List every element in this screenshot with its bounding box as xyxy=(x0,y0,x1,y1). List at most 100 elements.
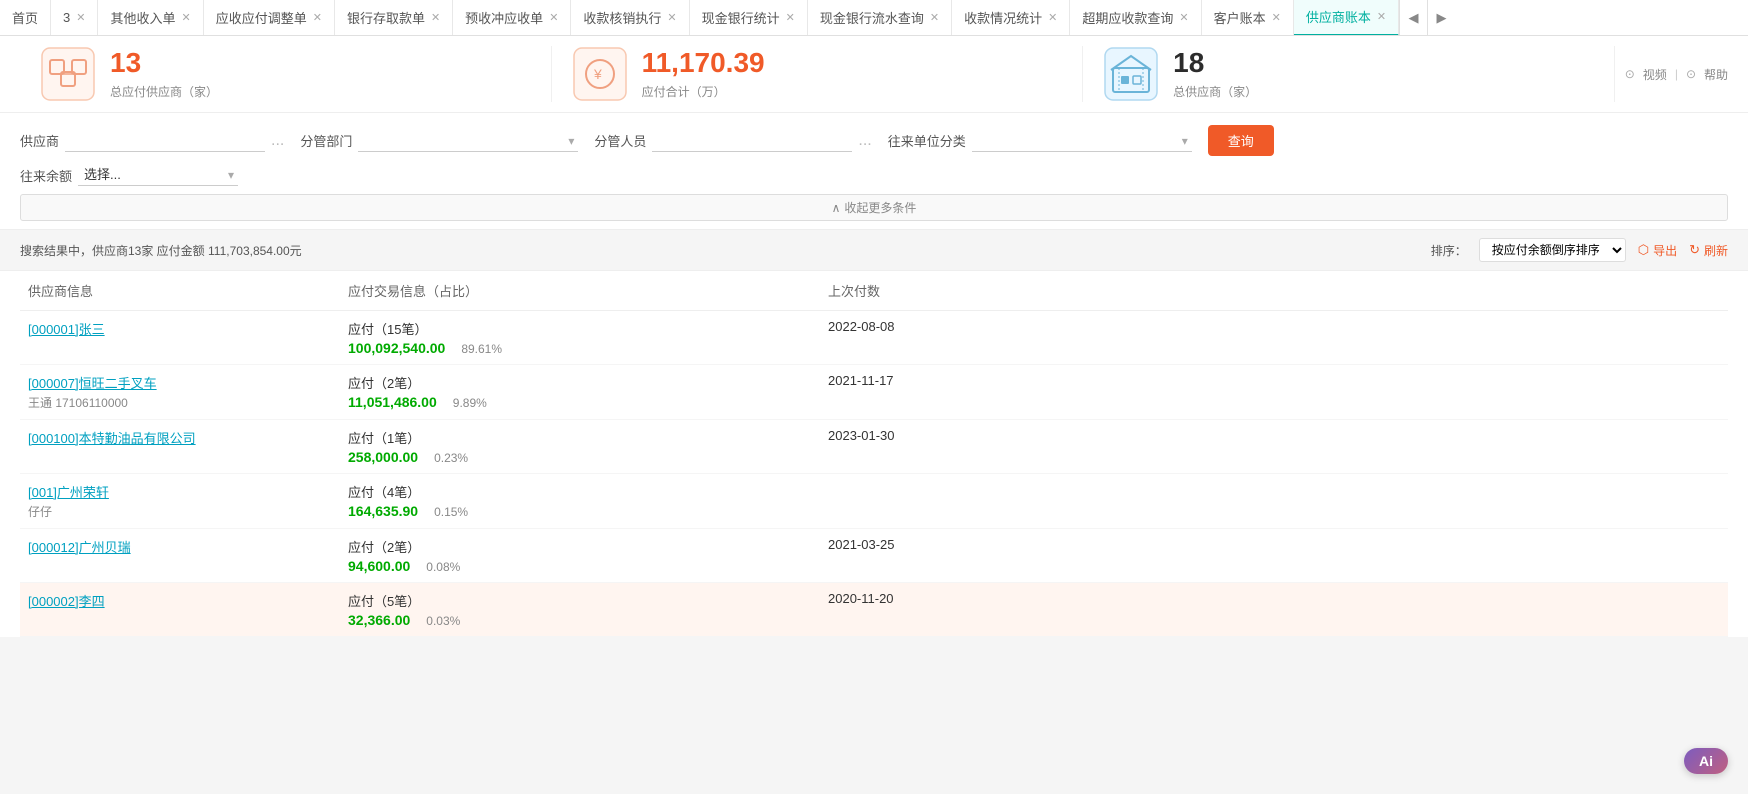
tx-pct: 0.23% xyxy=(434,451,468,465)
nav-tab-other-income-label: 其他收入单 xyxy=(110,8,175,27)
nav-tab-prepay[interactable]: 预收冲应收单 ✕ xyxy=(453,0,571,36)
tx-amount-link[interactable]: 100,092,540.00 xyxy=(348,340,445,356)
tx-amount-link[interactable]: 11,051,486.00 xyxy=(348,394,437,410)
close-icon[interactable]: ✕ xyxy=(1048,11,1057,24)
nav-tab-home[interactable]: 首页 xyxy=(0,0,51,36)
tx-amount-row: 100,092,540.0089.61% xyxy=(348,338,812,356)
supplier-link[interactable]: [000100]本特勤油品有限公司 xyxy=(28,431,196,446)
table-row: [000012]广州贝瑞应付（2笔）94,600.000.08%2021-03-… xyxy=(20,529,1728,583)
refresh-label: 刷新 xyxy=(1704,242,1728,259)
summary-card-payable-suppliers: 13 总应付供应商（家） xyxy=(20,46,552,102)
tx-amount-link[interactable]: 258,000.00 xyxy=(348,449,418,465)
filter-area: 供应商 ... 分管部门 ▾ 分管人员 ... 往来单位分类 xyxy=(0,113,1748,230)
nav-tab-cash-bank-flow[interactable]: 现金银行流水查询 ✕ xyxy=(808,0,952,36)
filter-category: 往来单位分类 ▾ xyxy=(888,130,1192,152)
filter-dept: 分管部门 ▾ xyxy=(300,130,578,152)
supplier-link[interactable]: [000002]李四 xyxy=(28,594,105,609)
supplier-link[interactable]: [000007]恒旺二手叉车 xyxy=(28,376,157,391)
dept-filter-label: 分管部门 xyxy=(300,131,352,150)
tx-amount-row: 94,600.000.08% xyxy=(348,556,812,574)
nav-tab-other-income[interactable]: 其他收入单 ✕ xyxy=(98,0,203,36)
table-row: [000002]李四应付（5笔）32,366.000.03%2020-11-20 xyxy=(20,583,1728,637)
supplier-sub-info: 仔仔 xyxy=(28,503,332,520)
supplier-link[interactable]: [001]广州荣轩 xyxy=(28,485,109,500)
close-icon[interactable]: ✕ xyxy=(1179,11,1188,24)
supplier-input[interactable] xyxy=(65,130,265,152)
tx-label: 应付（2笔） xyxy=(348,376,420,391)
close-icon[interactable]: ✕ xyxy=(1377,10,1386,23)
ai-badge[interactable]: Ai xyxy=(1684,748,1728,774)
tx-amount-link[interactable]: 164,635.90 xyxy=(348,503,418,519)
collapse-label: 收起更多条件 xyxy=(844,199,916,216)
nav-tab-overdue-ar-label: 超期应收款查询 xyxy=(1082,8,1173,27)
chevron-up-icon: ∧ xyxy=(832,201,841,215)
nav-prev-arrow[interactable]: ◀ xyxy=(1399,0,1427,36)
sort-select[interactable]: 按应付余额倒序排序 xyxy=(1479,238,1626,262)
total-suppliers-count: 18 xyxy=(1173,48,1257,79)
nav-tab-customer-ledger[interactable]: 客户账本 ✕ xyxy=(1202,0,1294,36)
nav-tab-receipt-stat[interactable]: 收款情况统计 ✕ xyxy=(952,0,1070,36)
nav-tab-supplier-ledger[interactable]: 供应商账本 ✕ xyxy=(1294,0,1399,36)
refresh-icon: ↻ xyxy=(1689,242,1700,258)
nav-tab-overdue-ar[interactable]: 超期应收款查询 ✕ xyxy=(1070,0,1201,36)
close-icon[interactable]: ✕ xyxy=(181,11,190,24)
tx-pct: 0.03% xyxy=(426,614,460,628)
last-pay-date: 2021-03-25 xyxy=(820,529,1728,583)
last-pay-date: 2022-08-08 xyxy=(820,311,1728,365)
close-icon[interactable]: ✕ xyxy=(549,11,558,24)
tx-label: 应付（15笔） xyxy=(348,322,427,337)
data-table-wrap: 供应商信息 应付交易信息（占比） 上次付数 [000001]张三应付（15笔）1… xyxy=(0,271,1748,637)
supplier-link[interactable]: [000012]广州贝瑞 xyxy=(28,540,131,555)
export-label: 导出 xyxy=(1653,242,1677,259)
nav-tab-payment-verify[interactable]: 收款核销执行 ✕ xyxy=(571,0,689,36)
table-row: [000100]本特勤油品有限公司 应付（1笔） 258,000.00 0.23% 20… xyxy=(20,420,1728,474)
table-row: [000007]恒旺二手叉车王通 17106110000 应付（2笔） 11,051… xyxy=(20,365,1728,420)
nav-tab-3[interactable]: 3 ✕ xyxy=(51,0,98,36)
filter-supplier: 供应商 ... xyxy=(20,130,284,152)
export-button[interactable]: ⬡ 导出 xyxy=(1638,242,1677,259)
result-bar: 搜索结果中，供应商13家 应付金额 111,703,854.00元 排序： 按应… xyxy=(0,230,1748,271)
total-suppliers-label: 总供应商（家） xyxy=(1173,83,1257,100)
person-input[interactable] xyxy=(652,130,852,152)
nav-next-arrow[interactable]: ▶ xyxy=(1427,0,1455,36)
tx-amount-link[interactable]: 32,366.00 xyxy=(348,612,410,628)
tx-amount-link[interactable]: 94,600.00 xyxy=(348,558,410,574)
payable-total-icon: ¥ xyxy=(572,46,628,102)
export-icon: ⬡ xyxy=(1638,242,1649,258)
balance-filter-label: 往来余额 xyxy=(20,166,72,185)
tx-pct: 0.15% xyxy=(434,505,468,519)
nav-tab-cash-bank-stat[interactable]: 现金银行统计 ✕ xyxy=(690,0,808,36)
refresh-button[interactable]: ↻ 刷新 xyxy=(1689,242,1728,259)
close-icon[interactable]: ✕ xyxy=(431,11,440,24)
person-input-dots[interactable]: ... xyxy=(858,132,871,150)
supplier-input-dots[interactable]: ... xyxy=(271,132,284,150)
collapse-filter-button[interactable]: ∧ 收起更多条件 xyxy=(20,194,1728,221)
payable-suppliers-label: 总应付供应商（家） xyxy=(110,83,218,100)
video-link[interactable]: 视频 xyxy=(1643,66,1667,83)
video-icon: ⊙ xyxy=(1625,67,1635,81)
nav-tab-customer-ledger-label: 客户账本 xyxy=(1214,8,1266,27)
balance-select[interactable]: 选择... xyxy=(78,164,238,186)
category-filter-label: 往来单位分类 xyxy=(888,131,966,150)
nav-tab-ar-ap-adjust-label: 应收应付调整单 xyxy=(216,8,307,27)
category-select[interactable] xyxy=(972,130,1192,152)
close-icon[interactable]: ✕ xyxy=(667,11,676,24)
query-button[interactable]: 查询 xyxy=(1208,125,1274,156)
supplier-sub-info: 王通 17106110000 xyxy=(28,394,332,411)
nav-tab-ar-ap-adjust[interactable]: 应收应付调整单 ✕ xyxy=(204,0,335,36)
col-header-last-pay: 上次付数 xyxy=(820,271,1728,311)
supplier-icon xyxy=(40,46,96,102)
close-icon[interactable]: ✕ xyxy=(1272,11,1281,24)
nav-tab-bank-deposit[interactable]: 银行存取款单 ✕ xyxy=(335,0,453,36)
filter-row-1: 供应商 ... 分管部门 ▾ 分管人员 ... 往来单位分类 xyxy=(20,125,1728,156)
summary-card-payable-texts: 13 总应付供应商（家） xyxy=(110,48,218,100)
close-icon[interactable]: ✕ xyxy=(76,11,85,24)
help-link[interactable]: 帮助 xyxy=(1704,66,1728,83)
last-pay-date: 2023-01-30 xyxy=(820,420,1728,474)
close-icon[interactable]: ✕ xyxy=(313,11,322,24)
close-icon[interactable]: ✕ xyxy=(930,11,939,24)
supplier-link[interactable]: [000001]张三 xyxy=(28,322,105,337)
tx-label: 应付（1笔） xyxy=(348,431,420,446)
close-icon[interactable]: ✕ xyxy=(786,11,795,24)
dept-select[interactable] xyxy=(358,130,578,152)
